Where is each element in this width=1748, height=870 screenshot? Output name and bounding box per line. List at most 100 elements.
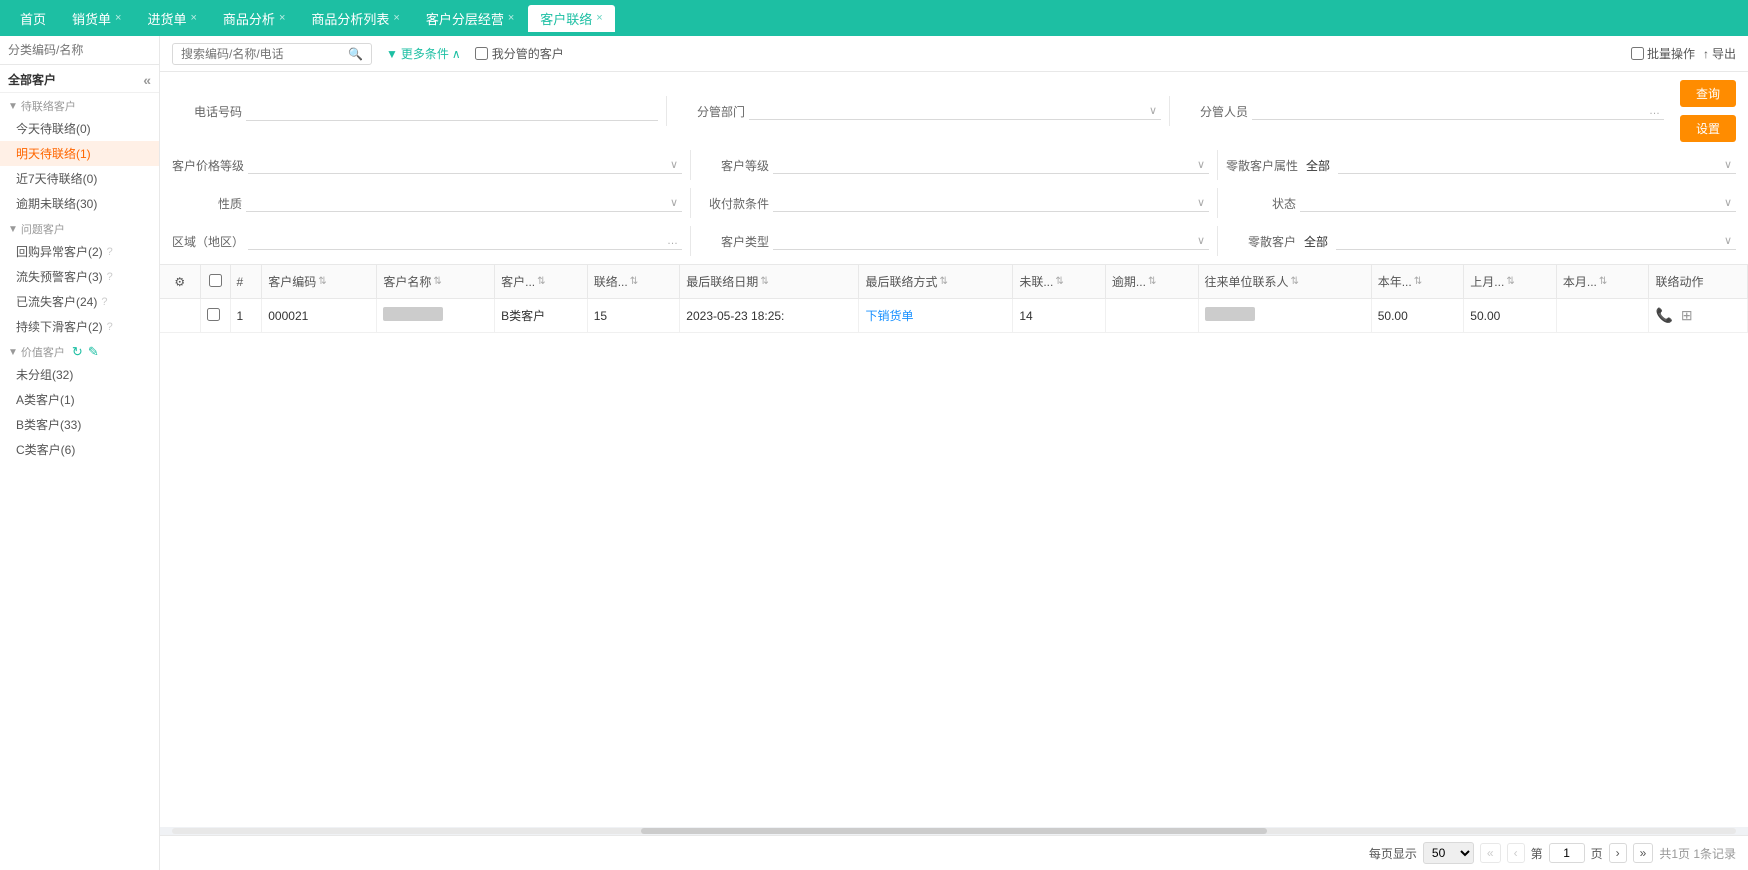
sidebar-item-churned[interactable]: 已流失客户(24) ? <box>0 289 159 314</box>
filter-retail-attr-select[interactable]: ∨ <box>1338 156 1736 174</box>
filter-payment-select[interactable]: ∨ <box>773 194 1209 212</box>
th-name[interactable]: 客户名称⇅ <box>377 265 495 299</box>
my-customers-check[interactable]: 我分管的客户 <box>475 45 564 62</box>
sidebar-item-declining[interactable]: 持续下滑客户(2) ? <box>0 314 159 339</box>
nav-product-analysis-list-close[interactable]: × <box>393 12 399 24</box>
nav-sales-order[interactable]: 销货单 × <box>60 5 133 32</box>
action-phone-icon[interactable]: 📞 <box>1655 307 1672 324</box>
nav-product-analysis[interactable]: 商品分析 × <box>211 5 297 32</box>
nav-sales-order-close[interactable]: × <box>115 12 121 24</box>
nav-purchase-order-close[interactable]: × <box>190 12 196 24</box>
th-contact-person[interactable]: 往来单位联系人⇅ <box>1198 265 1371 299</box>
th-this-year-label: 本年... <box>1378 273 1412 290</box>
nav-customer-segmentation[interactable]: 客户分层经营 × <box>414 5 526 32</box>
td-index: 1 <box>230 299 262 333</box>
td-last-method: 下销货单 <box>859 299 1013 333</box>
more-filter-chevron: ∧ <box>452 47 461 61</box>
sidebar-item-7days[interactable]: 近7天待联络(0) <box>0 166 159 191</box>
th-code[interactable]: 客户编码⇅ <box>262 265 377 299</box>
th-gear[interactable]: ⚙ <box>160 265 200 299</box>
th-last-method[interactable]: 最后联络方式⇅ <box>859 265 1013 299</box>
th-last-month[interactable]: 上月...⇅ <box>1464 265 1557 299</box>
value-refresh-icon[interactable]: ↻ <box>72 344 83 360</box>
prev-page-btn[interactable]: ‹ <box>1507 843 1525 863</box>
th-overdue[interactable]: 逾期...⇅ <box>1105 265 1198 299</box>
batch-op-checkbox[interactable] <box>1631 47 1644 60</box>
th-this-month[interactable]: 本月...⇅ <box>1556 265 1649 299</box>
my-customers-checkbox[interactable] <box>475 47 488 60</box>
th-overdue-label: 逾期... <box>1112 273 1146 290</box>
all-customers-title[interactable]: 全部客户 « <box>0 65 159 93</box>
value-edit-icon[interactable]: ✎ <box>88 344 99 360</box>
action-icons: 📞 ⊞ <box>1655 307 1741 324</box>
nav-customer-segmentation-close[interactable]: × <box>508 12 514 24</box>
page-input[interactable] <box>1549 843 1585 863</box>
filter-phone-input[interactable] <box>246 102 658 121</box>
per-page-select[interactable]: 50 100 <box>1423 842 1474 864</box>
filter-nature-select[interactable]: ∨ <box>246 194 682 212</box>
scrollbar-thumb[interactable] <box>641 828 1267 834</box>
query-btn[interactable]: 查询 <box>1680 80 1736 107</box>
filter-status-select[interactable]: ∨ <box>1300 194 1736 212</box>
th-last-date[interactable]: 最后联络日期⇅ <box>680 265 859 299</box>
collapse-sidebar-btn[interactable]: « <box>143 72 151 88</box>
sidebar-item-class-b[interactable]: B类客户(33) <box>0 412 159 437</box>
sidebar-item-tomorrow[interactable]: 明天待联络(1) <box>0 141 159 166</box>
sidebar-item-unclassified[interactable]: 未分组(32) <box>0 362 159 387</box>
row-checkbox[interactable] <box>207 308 220 321</box>
filter-customer-level-select[interactable]: ∨ <box>773 156 1209 174</box>
th-this-year[interactable]: 本年...⇅ <box>1371 265 1464 299</box>
action-grid-icon[interactable]: ⊞ <box>1681 307 1693 324</box>
filter-retail-customer-chevron: ∨ <box>1724 234 1732 247</box>
sidebar-item-churn-warning[interactable]: 流失预警客户(3) ? <box>0 264 159 289</box>
next-page-btn[interactable]: › <box>1609 843 1627 863</box>
row-last-month: 50.00 <box>1470 309 1500 323</box>
sidebar-item-class-c[interactable]: C类客户(6) <box>0 437 159 462</box>
filter-retail-attr-chevron: ∨ <box>1724 158 1732 171</box>
help-icon-3[interactable]: ? <box>101 296 107 308</box>
sidebar-item-today[interactable]: 今天待联络(0) <box>0 116 159 141</box>
group-pending-contact: ▼ 待联络客户 <box>0 93 159 116</box>
help-icon-2[interactable]: ? <box>107 271 113 283</box>
nav-purchase-order[interactable]: 进货单 × <box>135 5 208 32</box>
more-filter-btn[interactable]: ▼ 更多条件 ∧ <box>380 42 467 65</box>
sidebar-item-class-a[interactable]: A类客户(1) <box>0 387 159 412</box>
batch-op-btn[interactable]: 批量操作 <box>1631 45 1695 62</box>
main-search-input[interactable] <box>181 47 344 61</box>
filter-manager-select[interactable]: … <box>1252 103 1664 120</box>
nav-customer-contact[interactable]: 客户联络 × <box>528 5 614 32</box>
settings-btn[interactable]: 设置 <box>1680 115 1736 142</box>
filter-status-chevron: ∨ <box>1724 196 1732 209</box>
sidebar-search-input[interactable] <box>8 43 160 57</box>
filter-customer-type: 客户类型 ∨ <box>699 232 1209 250</box>
sidebar-item-repurchase-anomaly[interactable]: 回购异常客户(2) ? <box>0 239 159 264</box>
td-type: B类客户 <box>495 299 588 333</box>
help-icon-1[interactable]: ? <box>107 246 113 258</box>
nav-customer-contact-close[interactable]: × <box>596 12 602 24</box>
filter-nature: 性质 ∨ <box>172 194 682 212</box>
th-checkbox[interactable] <box>200 265 230 299</box>
filter-region-select[interactable]: … <box>248 233 682 250</box>
th-type[interactable]: 客户...⇅ <box>495 265 588 299</box>
filter-price-level: 客户价格等级 ∨ <box>172 156 682 174</box>
help-icon-4[interactable]: ? <box>107 321 113 333</box>
select-all-checkbox[interactable] <box>209 274 222 287</box>
filter-price-level-select[interactable]: ∨ <box>248 156 682 174</box>
th-contacts[interactable]: 联络...⇅ <box>587 265 680 299</box>
filter-retail-customer-select[interactable]: ∨ <box>1336 232 1736 250</box>
export-btn[interactable]: ↑ 导出 <box>1703 45 1736 62</box>
filter-dept-select[interactable]: ∨ <box>749 102 1161 120</box>
row-last-method-link[interactable]: 下销货单 <box>865 309 913 323</box>
first-page-btn[interactable]: « <box>1480 843 1501 863</box>
nav-product-analysis-close[interactable]: × <box>279 12 285 24</box>
main-search-icon[interactable]: 🔍 <box>348 47 363 61</box>
filter-customer-type-select[interactable]: ∨ <box>773 232 1209 250</box>
sidebar-item-overdue[interactable]: 逾期未联络(30) <box>0 191 159 216</box>
td-checkbox[interactable] <box>200 299 230 333</box>
nav-home[interactable]: 首页 <box>8 5 58 32</box>
th-not-contacted[interactable]: 未联...⇅ <box>1013 265 1106 299</box>
scrollbar-track[interactable] <box>172 828 1736 834</box>
nav-product-analysis-list[interactable]: 商品分析列表 × <box>299 5 411 32</box>
last-page-btn[interactable]: » <box>1633 843 1654 863</box>
td-this-year: 50.00 <box>1371 299 1464 333</box>
